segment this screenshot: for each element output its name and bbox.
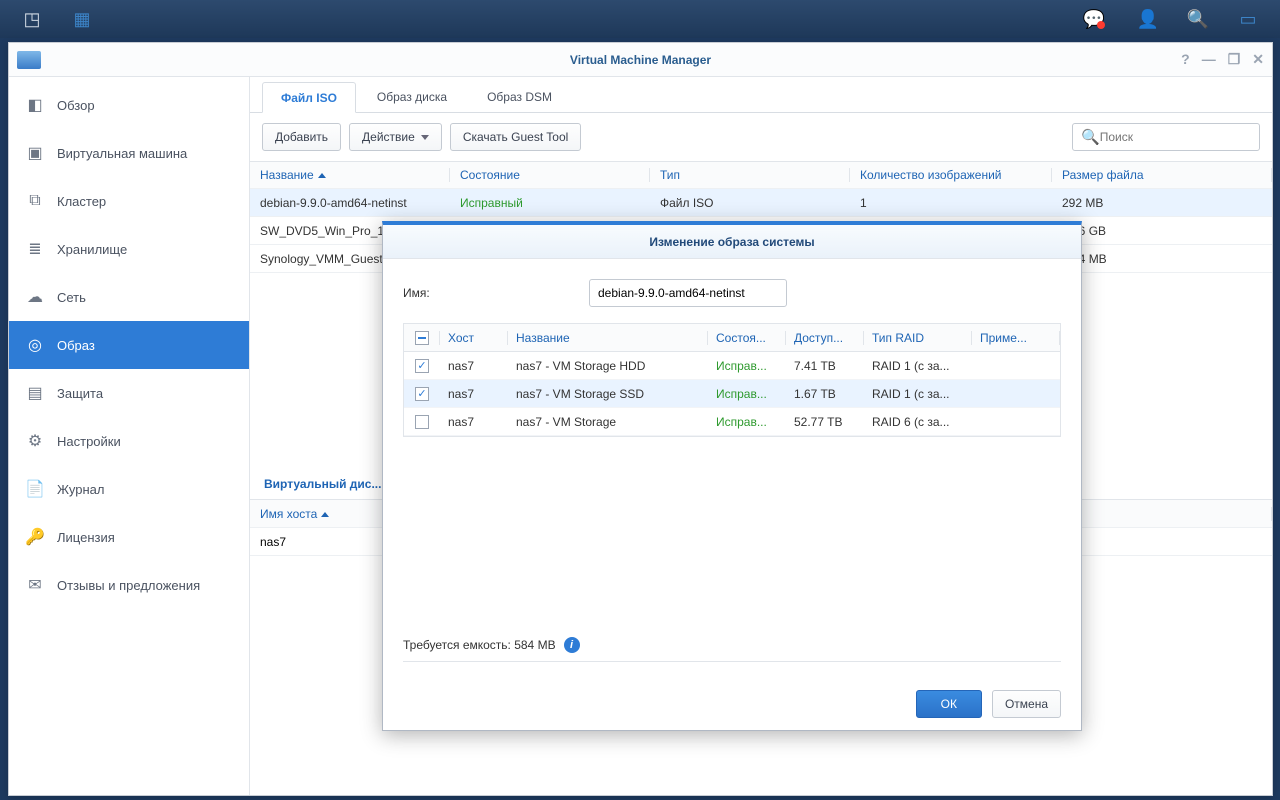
taskbar-search-icon[interactable]: 🔍 bbox=[1174, 1, 1222, 37]
ok-button[interactable]: ОК bbox=[916, 690, 982, 718]
sidebar-item-Настройки[interactable]: ⚙ Настройки bbox=[9, 417, 249, 465]
sidebar-icon: ⚙ bbox=[25, 431, 45, 451]
name-input[interactable] bbox=[589, 279, 787, 307]
sidebar-item-Лицензия[interactable]: 🔑 Лицензия bbox=[9, 513, 249, 561]
minimize-icon[interactable]: — bbox=[1202, 51, 1216, 68]
taskbar-menu-icon[interactable]: ◳ bbox=[8, 1, 56, 37]
sidebar-item-label: Отзывы и предложения bbox=[57, 578, 200, 593]
checkbox-indeterminate[interactable] bbox=[415, 331, 429, 345]
tabs: Файл ISOОбраз дискаОбраз DSM bbox=[250, 77, 1272, 113]
cancel-button[interactable]: Отмена bbox=[992, 690, 1061, 718]
storage-row[interactable]: ✓nas7nas7 - VM Storage HDDИсправ...7.41 … bbox=[404, 352, 1060, 380]
sidebar-icon: ▤ bbox=[25, 383, 45, 403]
dialog-title: Изменение образа системы bbox=[383, 225, 1081, 259]
table-row[interactable]: debian-9.9.0-amd64-netinstИсправныйФайл … bbox=[250, 189, 1272, 217]
sidebar-item-Хранилище[interactable]: ≣ Хранилище bbox=[9, 225, 249, 273]
taskbar-widget-icon[interactable]: ▭ bbox=[1224, 1, 1272, 37]
sidebar-icon: ◧ bbox=[25, 95, 45, 115]
sidebar-icon: ☁ bbox=[25, 287, 45, 307]
taskbar-storage-icon[interactable]: ▦ bbox=[58, 1, 106, 37]
sidebar-item-Журнал[interactable]: 📄 Журнал bbox=[9, 465, 249, 513]
col-host[interactable]: Хост bbox=[440, 331, 508, 345]
col-name[interactable]: Название bbox=[250, 168, 450, 182]
col-note[interactable]: Приме... bbox=[972, 331, 1060, 345]
sidebar-item-label: Кластер bbox=[57, 194, 106, 209]
taskbar-chat-icon[interactable]: 💬 bbox=[1074, 1, 1122, 37]
app-icon bbox=[17, 51, 41, 69]
info-icon[interactable]: i bbox=[564, 637, 580, 653]
name-label: Имя: bbox=[403, 286, 589, 300]
tab-Файл ISO[interactable]: Файл ISO bbox=[262, 82, 356, 113]
add-button[interactable]: Добавить bbox=[262, 123, 341, 151]
storage-table: Хост Название Состоя... Доступ... Тип RA… bbox=[403, 323, 1061, 437]
sidebar-item-Отзывы и предложения[interactable]: ✉ Отзывы и предложения bbox=[9, 561, 249, 609]
close-icon[interactable]: ✕ bbox=[1252, 51, 1264, 68]
sidebar-item-label: Виртуальная машина bbox=[57, 146, 187, 161]
storage-row[interactable]: ✓nas7nas7 - VM Storage SSDИсправ...1.67 … bbox=[404, 380, 1060, 408]
sidebar-item-label: Сеть bbox=[57, 290, 86, 305]
sidebar-item-label: Настройки bbox=[57, 434, 121, 449]
sidebar-item-Защита[interactable]: ▤ Защита bbox=[9, 369, 249, 417]
sidebar-item-label: Образ bbox=[57, 338, 95, 353]
sort-asc-icon bbox=[321, 512, 329, 517]
storage-row[interactable]: nas7nas7 - VM StorageИсправ...52.77 TBRA… bbox=[404, 408, 1060, 436]
col-name[interactable]: Название bbox=[508, 331, 708, 345]
col-raid[interactable]: Тип RAID bbox=[864, 331, 972, 345]
edit-image-dialog: Изменение образа системы Имя: Хост Назва… bbox=[382, 221, 1082, 731]
tab-Образ диска[interactable]: Образ диска bbox=[358, 81, 466, 112]
sidebar-icon: ◎ bbox=[25, 335, 45, 355]
help-icon[interactable]: ? bbox=[1181, 51, 1190, 68]
sidebar-item-label: Защита bbox=[57, 386, 103, 401]
col-size[interactable]: Размер файла bbox=[1052, 168, 1272, 182]
required-capacity: Требуется емкость: 584 MB i bbox=[403, 629, 1061, 662]
sidebar-item-label: Хранилище bbox=[57, 242, 127, 257]
sidebar-item-Сеть[interactable]: ☁ Сеть bbox=[9, 273, 249, 321]
checkbox[interactable]: ✓ bbox=[415, 359, 429, 373]
sidebar-icon: ≣ bbox=[25, 239, 45, 259]
system-taskbar: ◳ ▦ 💬 👤 🔍 ▭ bbox=[0, 0, 1280, 38]
sidebar-item-Образ[interactable]: ◎ Образ bbox=[9, 321, 249, 369]
sidebar-icon: 📄 bbox=[25, 479, 45, 499]
window-titlebar: Virtual Machine Manager ? — ❐ ✕ bbox=[9, 43, 1272, 77]
sidebar: ◧ Обзор ▣ Виртуальная машина ⧉ Кластер ≣ Хранил… bbox=[9, 77, 250, 795]
sidebar-icon: 🔑 bbox=[25, 527, 45, 547]
sidebar-item-label: Журнал bbox=[57, 482, 104, 497]
sidebar-icon: ✉ bbox=[25, 575, 45, 595]
sidebar-icon: ▣ bbox=[25, 143, 45, 163]
checkbox[interactable] bbox=[415, 415, 429, 429]
sidebar-item-Виртуальная машина[interactable]: ▣ Виртуальная машина bbox=[9, 129, 249, 177]
col-available[interactable]: Доступ... bbox=[786, 331, 864, 345]
toolbar: Добавить Действие Скачать Guest Tool 🔍 bbox=[250, 113, 1272, 161]
maximize-icon[interactable]: ❐ bbox=[1228, 51, 1241, 68]
window-title: Virtual Machine Manager bbox=[570, 53, 711, 67]
checkbox[interactable]: ✓ bbox=[415, 387, 429, 401]
action-button[interactable]: Действие bbox=[349, 123, 442, 151]
sidebar-item-Кластер[interactable]: ⧉ Кластер bbox=[9, 177, 249, 225]
col-status[interactable]: Состоя... bbox=[708, 331, 786, 345]
col-type[interactable]: Тип bbox=[650, 168, 850, 182]
col-checkbox[interactable] bbox=[404, 331, 440, 345]
sidebar-item-Обзор[interactable]: ◧ Обзор bbox=[9, 81, 249, 129]
sort-asc-icon bbox=[318, 173, 326, 178]
col-status[interactable]: Состояние bbox=[450, 168, 650, 182]
sidebar-icon: ⧉ bbox=[25, 191, 45, 211]
tab-Образ DSM[interactable]: Образ DSM bbox=[468, 81, 571, 112]
sidebar-item-label: Обзор bbox=[57, 98, 95, 113]
taskbar-user-icon[interactable]: 👤 bbox=[1124, 1, 1172, 37]
col-count[interactable]: Количество изображений bbox=[850, 168, 1052, 182]
search-input[interactable] bbox=[1100, 130, 1255, 144]
download-guest-tool-button[interactable]: Скачать Guest Tool bbox=[450, 123, 581, 151]
table-header: Название Состояние Тип Количество изобра… bbox=[250, 161, 1272, 189]
sidebar-item-label: Лицензия bbox=[57, 530, 115, 545]
search-box[interactable]: 🔍 bbox=[1072, 123, 1260, 151]
search-icon: 🔍 bbox=[1081, 128, 1100, 146]
chevron-down-icon bbox=[421, 135, 429, 140]
